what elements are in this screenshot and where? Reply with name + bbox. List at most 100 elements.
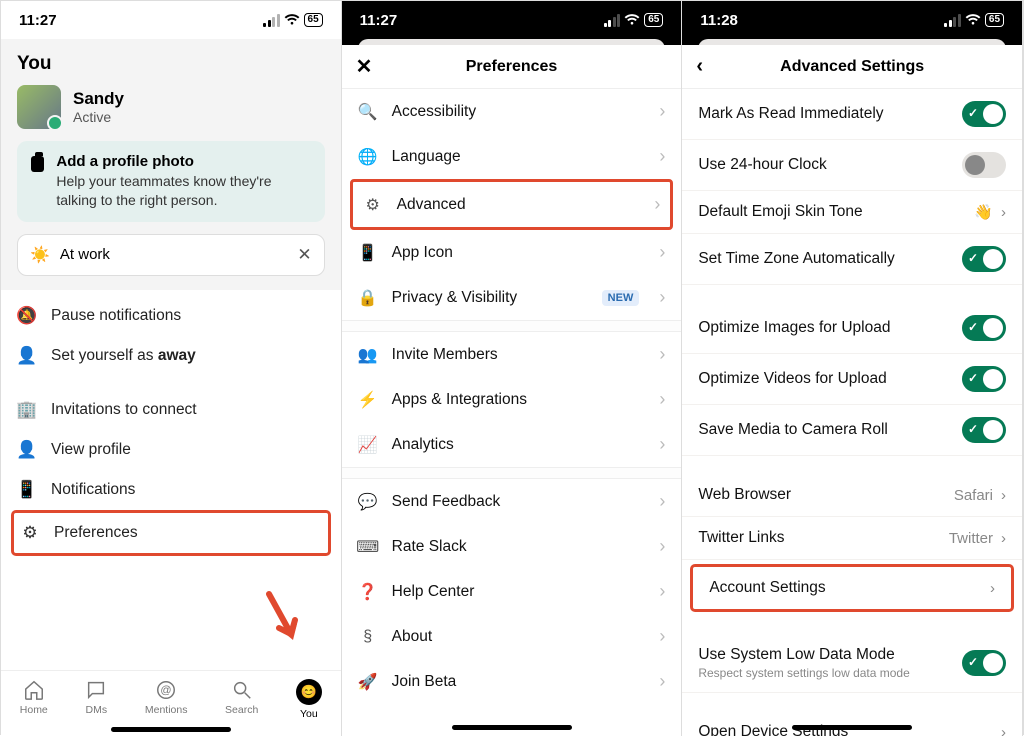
sun-icon: ☀️ bbox=[30, 245, 50, 265]
status-time: 11:28 bbox=[700, 12, 738, 29]
chevron-right-icon: › bbox=[1001, 487, 1006, 504]
chevron-right-icon: › bbox=[659, 434, 665, 455]
chevron-right-icon: › bbox=[659, 491, 665, 512]
appicon-row[interactable]: 📱App Icon› bbox=[342, 230, 682, 275]
language-row[interactable]: 🌐Language› bbox=[342, 134, 682, 179]
chevron-right-icon: › bbox=[659, 581, 665, 602]
chevron-right-icon: › bbox=[990, 580, 995, 597]
invite-row[interactable]: 👥Invite Members› bbox=[342, 332, 682, 377]
chevron-right-icon: › bbox=[659, 344, 665, 365]
profile-row[interactable]: Sandy Active bbox=[17, 85, 325, 129]
toggle-on[interactable]: ✓ bbox=[962, 417, 1006, 443]
beta-row[interactable]: 🚀Join Beta› bbox=[342, 659, 682, 704]
signal-icon bbox=[604, 14, 621, 27]
slack-icon: § bbox=[358, 628, 378, 646]
view-profile-item[interactable]: 👤View profile bbox=[17, 430, 325, 470]
close-button[interactable]: ✕ bbox=[356, 54, 373, 79]
add-photo-title: Add a profile photo bbox=[56, 153, 310, 170]
home-indicator bbox=[792, 725, 912, 730]
analytics-row[interactable]: 📈Analytics› bbox=[342, 422, 682, 467]
avatar[interactable] bbox=[17, 85, 61, 129]
header-title: Advanced Settings bbox=[780, 58, 924, 76]
home-indicator bbox=[111, 727, 231, 732]
status-pill[interactable]: ☀️At work ✕ bbox=[17, 234, 325, 276]
emoji-row[interactable]: Default Emoji Skin Tone👋› bbox=[682, 191, 1022, 234]
feedback-row[interactable]: 💬Send Feedback› bbox=[342, 479, 682, 524]
signal-icon bbox=[263, 14, 280, 27]
about-row[interactable]: §About› bbox=[342, 614, 682, 659]
bell-off-icon: 🔕 bbox=[17, 306, 37, 326]
preferences-item[interactable]: ⚙Preferences bbox=[20, 513, 322, 553]
toggle-on[interactable]: ✓ bbox=[962, 315, 1006, 341]
chevron-right-icon: › bbox=[659, 671, 665, 692]
tab-you[interactable]: 😊You bbox=[296, 679, 322, 720]
account-settings-row[interactable]: Account Settings› bbox=[693, 567, 1011, 609]
chevron-right-icon: › bbox=[659, 101, 665, 122]
status-time: 11:27 bbox=[19, 12, 57, 29]
tab-mentions[interactable]: @Mentions bbox=[145, 679, 188, 716]
tab-search[interactable]: Search bbox=[225, 679, 258, 716]
rate-row[interactable]: ⌨Rate Slack› bbox=[342, 524, 682, 569]
toggle-on[interactable]: ✓ bbox=[962, 101, 1006, 127]
apps-row[interactable]: ⚡Apps & Integrations› bbox=[342, 377, 682, 422]
battery-icon: 65 bbox=[304, 13, 323, 27]
gauge-icon: 📈 bbox=[358, 435, 378, 455]
signal-icon bbox=[944, 14, 961, 27]
phone-icon: 📱 bbox=[17, 480, 37, 500]
back-button[interactable]: ‹ bbox=[696, 55, 703, 78]
toggle-off[interactable] bbox=[962, 152, 1006, 178]
gear-icon: ⚙ bbox=[20, 523, 40, 543]
chevron-right-icon: › bbox=[659, 146, 665, 167]
optimize-videos-row[interactable]: Optimize Videos for Upload✓ bbox=[682, 354, 1022, 405]
web-browser-row[interactable]: Web BrowserSafari› bbox=[682, 474, 1022, 517]
wifi-icon bbox=[624, 14, 640, 26]
clock24-row[interactable]: Use 24-hour Clock bbox=[682, 140, 1022, 191]
help-row[interactable]: ❓Help Center› bbox=[342, 569, 682, 614]
close-icon[interactable]: ✕ bbox=[297, 245, 311, 265]
twitter-row[interactable]: Twitter LinksTwitter› bbox=[682, 517, 1022, 560]
camera-icon bbox=[31, 156, 44, 172]
save-media-row[interactable]: Save Media to Camera Roll✓ bbox=[682, 405, 1022, 456]
person-icon: 👤 bbox=[17, 346, 37, 366]
set-away-item[interactable]: 👤Set yourself as away bbox=[17, 336, 325, 376]
header-title: Preferences bbox=[466, 58, 558, 76]
nav-header: ✕ Preferences bbox=[342, 45, 682, 89]
comment-icon: 💬 bbox=[358, 492, 378, 512]
svg-text:@: @ bbox=[161, 685, 172, 697]
screen-advanced: 11:28 65 ‹ Advanced Settings Mark As Rea… bbox=[682, 1, 1023, 736]
profile-icon: 👤 bbox=[17, 440, 37, 460]
cogs-icon: ⚙ bbox=[363, 195, 383, 215]
status-bar: 11:27 65 bbox=[342, 1, 682, 39]
low-data-row[interactable]: Use System Low Data ModeRespect system s… bbox=[682, 634, 1022, 693]
profile-status: Active bbox=[73, 109, 124, 125]
advanced-row[interactable]: ⚙Advanced› bbox=[353, 182, 671, 227]
status-icons: 65 bbox=[263, 13, 323, 27]
add-photo-sub: Help your teammates know they're talking… bbox=[56, 172, 310, 210]
toggle-on[interactable]: ✓ bbox=[962, 246, 1006, 272]
accessibility-row[interactable]: 🔍Accessibility› bbox=[342, 89, 682, 134]
building-icon: 🏢 bbox=[17, 400, 37, 420]
screen-preferences: 11:27 65 ✕ Preferences 🔍Accessibility› 🌐… bbox=[342, 1, 683, 736]
page-title: You bbox=[17, 53, 325, 75]
tab-dms[interactable]: DMs bbox=[85, 679, 107, 716]
toggle-on[interactable]: ✓ bbox=[962, 366, 1006, 392]
add-photo-card[interactable]: Add a profile photo Help your teammates … bbox=[17, 141, 325, 222]
emoji-value: 👋 bbox=[974, 203, 993, 221]
toggle-on[interactable]: ✓ bbox=[962, 650, 1006, 676]
pause-notifications-item[interactable]: 🔕Pause notifications bbox=[17, 296, 325, 336]
optimize-images-row[interactable]: Optimize Images for Upload✓ bbox=[682, 303, 1022, 354]
notifications-item[interactable]: 📱Notifications bbox=[17, 470, 325, 510]
timezone-row[interactable]: Set Time Zone Automatically✓ bbox=[682, 234, 1022, 285]
you-header: You Sandy Active Add a profile photo Hel… bbox=[1, 39, 341, 290]
tab-home[interactable]: Home bbox=[20, 679, 48, 716]
tab-bar: Home DMs @Mentions Search 😊You bbox=[1, 670, 341, 736]
wifi-icon bbox=[284, 14, 300, 26]
privacy-row[interactable]: 🔒Privacy & VisibilityNEW› bbox=[342, 275, 682, 320]
status-bar: 11:27 65 bbox=[1, 1, 341, 39]
chevron-right-icon: › bbox=[659, 389, 665, 410]
invitations-item[interactable]: 🏢Invitations to connect bbox=[17, 390, 325, 430]
rocket-icon: 🚀 bbox=[358, 672, 378, 692]
chevron-right-icon: › bbox=[659, 287, 665, 308]
device-settings-row[interactable]: Open Device Settings› bbox=[682, 711, 1022, 736]
mark-read-row[interactable]: Mark As Read Immediately✓ bbox=[682, 89, 1022, 140]
